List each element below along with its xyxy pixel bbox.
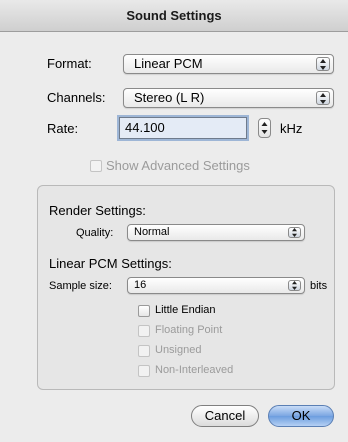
pcm-settings-title: Linear PCM Settings:	[49, 256, 172, 271]
stepper-arrows-icon	[261, 122, 268, 134]
render-settings-title: Render Settings:	[49, 203, 146, 218]
little-endian-checkbox[interactable]	[138, 305, 150, 317]
popup-arrows-icon	[316, 57, 330, 71]
rate-unit: kHz	[280, 121, 303, 136]
popup-arrows-icon	[288, 227, 301, 238]
format-value: Linear PCM	[134, 56, 203, 71]
unsigned-label: Unsigned	[155, 344, 202, 356]
channels-popup[interactable]: Stereo (L R)	[123, 88, 334, 108]
sample-size-label: Sample size:	[49, 280, 112, 292]
sample-size-value: 16	[134, 279, 147, 291]
quality-value: Normal	[134, 226, 170, 238]
unsigned-checkbox[interactable]	[138, 345, 150, 357]
channels-value: Stereo (L R)	[134, 90, 205, 105]
quality-popup[interactable]: Normal	[127, 224, 305, 241]
rate-field[interactable]: 44.100	[119, 117, 247, 139]
channels-label: Channels:	[47, 90, 106, 105]
advanced-label: Show Advanced Settings	[106, 158, 250, 173]
floating-point-checkbox[interactable]	[138, 325, 150, 337]
window-titlebar: Sound Settings	[0, 0, 348, 32]
advanced-checkbox[interactable]	[90, 160, 102, 172]
quality-label: Quality:	[76, 227, 114, 239]
rate-label: Rate:	[47, 121, 79, 136]
non-interleaved-checkbox[interactable]	[138, 365, 150, 377]
window-title: Sound Settings	[126, 8, 222, 23]
format-label: Format:	[47, 56, 92, 71]
sample-size-unit: bits	[310, 280, 328, 292]
format-popup[interactable]: Linear PCM	[123, 54, 334, 74]
cancel-button[interactable]: Cancel	[191, 405, 259, 427]
rate-stepper[interactable]	[258, 118, 271, 138]
popup-arrows-icon	[288, 280, 301, 291]
popup-arrows-icon	[316, 91, 330, 105]
ok-button[interactable]: OK	[268, 405, 334, 427]
non-interleaved-label: Non-Interleaved	[155, 364, 234, 376]
sample-size-popup[interactable]: 16	[127, 277, 305, 294]
little-endian-label: Little Endian	[155, 304, 216, 316]
floating-point-label: Floating Point	[155, 324, 223, 336]
